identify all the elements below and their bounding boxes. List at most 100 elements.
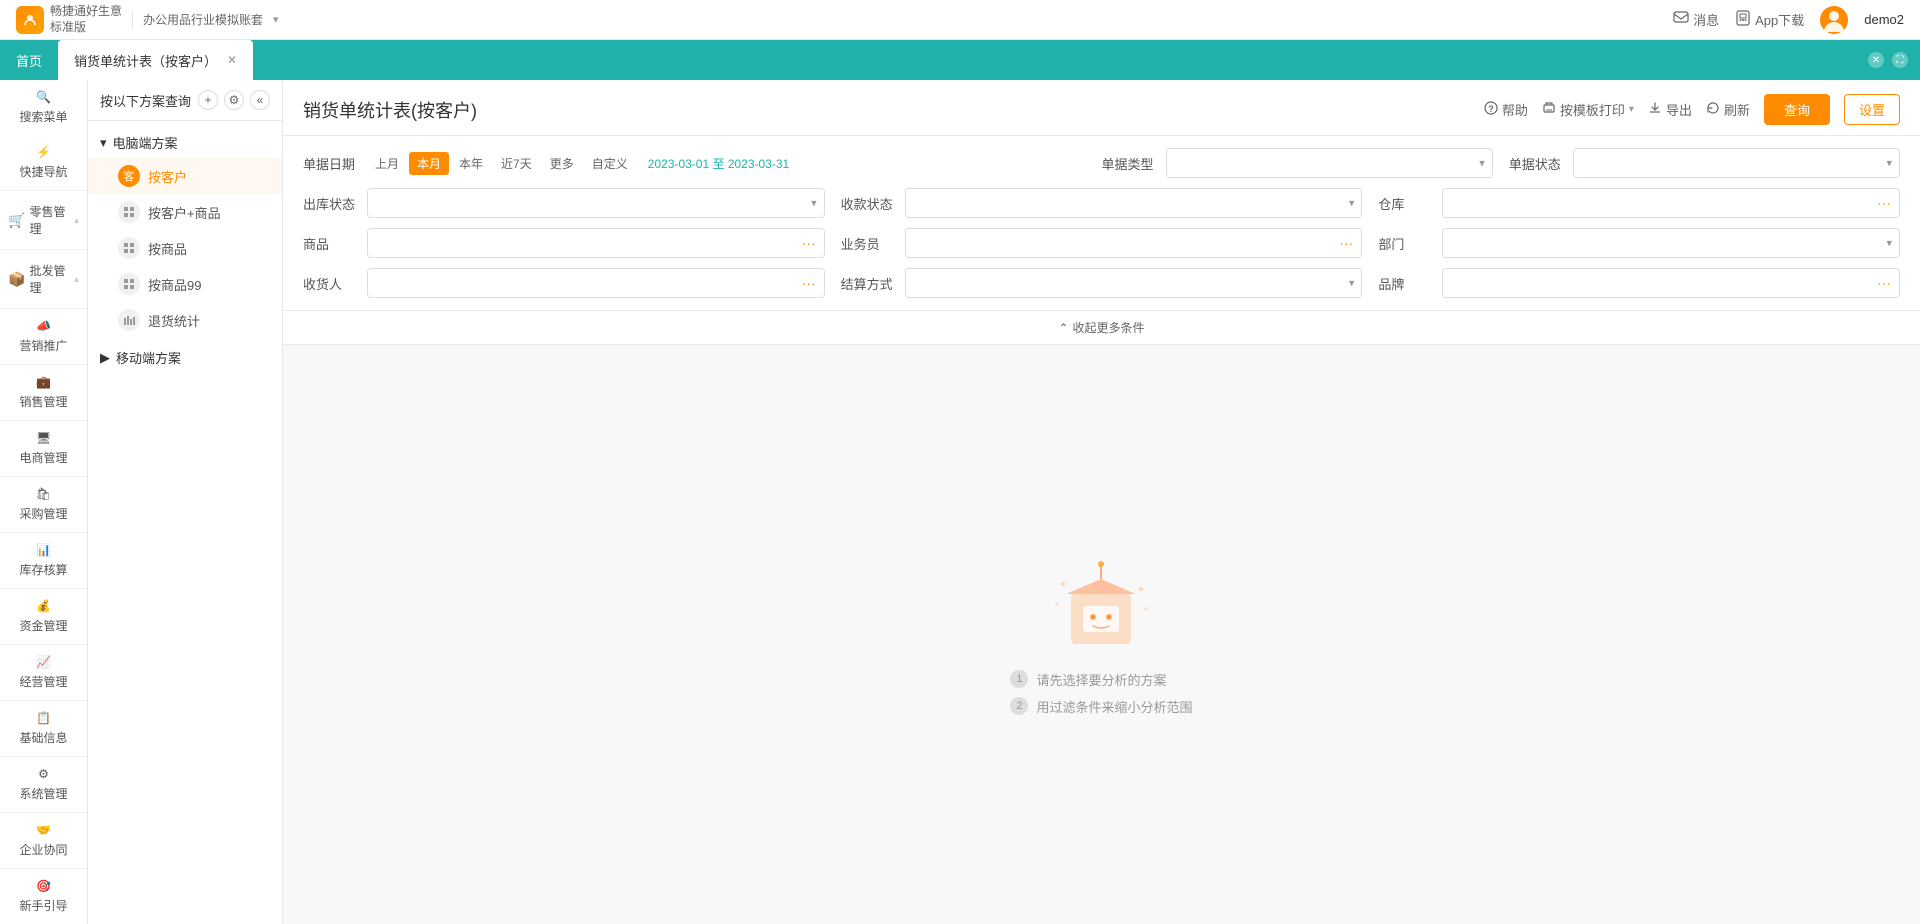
sidebar-item-new-guide[interactable]: 🎯 新手引导 [0,869,87,924]
sidebar-item-marketing[interactable]: 📣 营销推广 [0,309,87,365]
collect-status-field: 收款状态 ▾ [841,188,1363,218]
refresh-button[interactable]: 刷新 [1706,100,1750,119]
sidebar-item-purchase[interactable]: 🛍 采购管理 [0,477,87,533]
collapse-panel-button[interactable]: « [250,90,270,110]
page-header: 销货单统计表(按客户) ? 帮助 [283,80,1920,136]
tab-sales-stats[interactable]: 销货单统计表（按客户） ✕ [58,40,253,80]
right-content: 销货单统计表(按客户) ? 帮助 [283,80,1920,924]
doc-type-select[interactable] [1166,148,1493,178]
collapse-bar[interactable]: ⌃ 收起更多条件 [283,311,1920,345]
window-close-button[interactable]: ✕ [1868,52,1884,68]
scheme-item-by-product-99[interactable]: 按商品99 [88,266,282,302]
system-icon: ⚙ [38,767,49,781]
settings-scheme-button[interactable]: ⚙ [224,90,244,110]
brand-dots-icon[interactable]: ··· [1877,275,1891,291]
out-status-label: 出库状态 [303,194,359,213]
scheme-header-label: 按以下方案查询 [100,91,191,110]
message-action[interactable]: 消息 [1673,10,1719,29]
scheme-icon-customer-product [118,201,140,223]
brand-field: 品牌 ··· [1378,268,1900,298]
product-dots-icon[interactable]: ··· [802,235,816,251]
basic-info-icon: 📋 [36,711,51,725]
empty-illustration [1041,554,1161,654]
collapse-label: 收起更多条件 [1073,319,1145,336]
empty-tip-2: 2 用过滤条件来缩小分析范围 [1010,697,1192,716]
tab-close-icon[interactable]: ✕ [227,53,237,67]
warehouse-dots-icon[interactable]: ··· [1877,195,1891,211]
sidebar-item-basic-info[interactable]: 📋 基础信息 [0,701,87,757]
sidebar-item-wholesale[interactable]: 📦 批发管理 ▴ [0,250,87,309]
date-tab-current-year[interactable]: 本年 [451,152,491,175]
desktop-group-title[interactable]: ▾ 电脑端方案 [88,127,282,158]
sidebar-item-retail[interactable]: 🛒 零售管理 ▴ [0,191,87,250]
date-tab-prev-month[interactable]: 上月 [367,152,407,175]
sidebar-item-search-menu[interactable]: 🔍 搜索菜单 [0,80,87,135]
breadcrumb: 办公用品行业模拟账套 [143,11,263,28]
mobile-group-title[interactable]: ▶ 移动端方案 [88,342,282,373]
header-divider [132,10,133,30]
mobile-group-arrow: ▶ [100,350,110,366]
export-icon [1648,101,1662,118]
breadcrumb-dropdown-icon[interactable]: ▾ [273,13,279,26]
main-content-empty: 1 请先选择要分析的方案 2 用过滤条件来缩小分析范围 [283,345,1920,924]
window-maximize-button[interactable]: ⛶ [1892,52,1908,68]
sidebar-item-operations[interactable]: 📈 经营管理 [0,645,87,701]
sidebar-item-inventory[interactable]: 📊 库存核算 [0,533,87,589]
doc-status-select[interactable] [1573,148,1900,178]
print-button[interactable]: 按模板打印 ▾ [1542,100,1634,119]
date-tab-7-days[interactable]: 近7天 [493,152,540,175]
settings-button[interactable]: 设置 [1844,94,1900,125]
main-layout: 🔍 搜索菜单 ⚡ 快捷导航 🛒 零售管理 ▴ 📦 批发管理 ▴ 📣 营销推广 💼… [0,80,1920,924]
date-tab-custom[interactable]: 自定义 [584,152,636,175]
mobile-group-label: 移动端方案 [116,348,181,367]
sidebar-item-enterprise-coop[interactable]: 🤝 企业协同 [0,813,87,869]
doc-status-label: 单据状态 [1509,154,1565,173]
date-filter: 上月 本月 本年 近7天 更多 自定义 2023-03-01 至 2023-03… [367,152,789,175]
help-button[interactable]: ? 帮助 [1484,100,1528,119]
query-button[interactable]: 查询 [1764,94,1830,125]
tab-bar: 首页 销货单统计表（按客户） ✕ ✕ ⛶ [0,40,1920,80]
inventory-label: 库存核算 [19,561,67,578]
scheme-label-by-customer: 按客户 [148,167,187,186]
date-tab-current-month[interactable]: 本月 [409,152,449,175]
ecommerce-icon: 🖥 [36,431,51,445]
sidebar-item-ecommerce[interactable]: 🖥 电商管理 [0,421,87,477]
recipient-input-wrap: ··· [367,268,825,298]
scheme-item-by-product[interactable]: 按商品 [88,230,282,266]
product-input[interactable] [376,229,802,257]
recipient-dots-icon[interactable]: ··· [802,275,816,291]
sidebar-item-system[interactable]: ⚙ 系统管理 [0,757,87,813]
add-scheme-button[interactable]: + [198,90,218,110]
sidebar-item-quick-nav[interactable]: ⚡ 快捷导航 [0,135,87,191]
scheme-item-customer-product[interactable]: 按客户+商品 [88,194,282,230]
tip-text-1: 请先选择要分析的方案 [1036,670,1166,689]
app-download-action[interactable]: App下载 [1735,10,1804,29]
brand-input[interactable] [1451,269,1877,297]
salesperson-input[interactable] [914,229,1340,257]
collect-status-select[interactable] [905,188,1363,218]
tab-home[interactable]: 首页 [0,40,58,80]
desktop-group-label: 电脑端方案 [113,133,178,152]
sidebar-item-finance[interactable]: 💰 资金管理 [0,589,87,645]
export-button[interactable]: 导出 [1648,100,1692,119]
scheme-item-by-customer[interactable]: 客 按客户 [88,158,282,194]
message-icon [1673,10,1689,29]
department-select[interactable] [1442,228,1900,258]
salesperson-field: 业务员 ··· [841,228,1363,258]
date-tabs: 上月 本月 本年 近7天 更多 自定义 [367,152,636,175]
header-right: 消息 App下载 demo2 [1673,6,1904,34]
settlement-select[interactable] [905,268,1363,298]
recipient-input[interactable] [376,269,802,297]
filter-area: 单据日期 上月 本月 本年 近7天 更多 自定义 2023-03-01 至 20… [283,136,1920,311]
salesperson-dots-icon[interactable]: ··· [1339,235,1353,251]
date-tab-more[interactable]: 更多 [542,152,582,175]
quick-nav-label: 快捷导航 [19,163,67,180]
sales-label: 销售管理 [19,393,67,410]
out-status-select[interactable] [367,188,825,218]
scheme-item-return-stats[interactable]: 退货统计 [88,302,282,338]
sidebar-item-sales[interactable]: 💼 销售管理 [0,365,87,421]
avatar[interactable] [1820,6,1848,34]
warehouse-input[interactable] [1451,189,1877,217]
quick-nav-icon: ⚡ [36,145,51,159]
empty-tip-1: 1 请先选择要分析的方案 [1010,670,1192,689]
